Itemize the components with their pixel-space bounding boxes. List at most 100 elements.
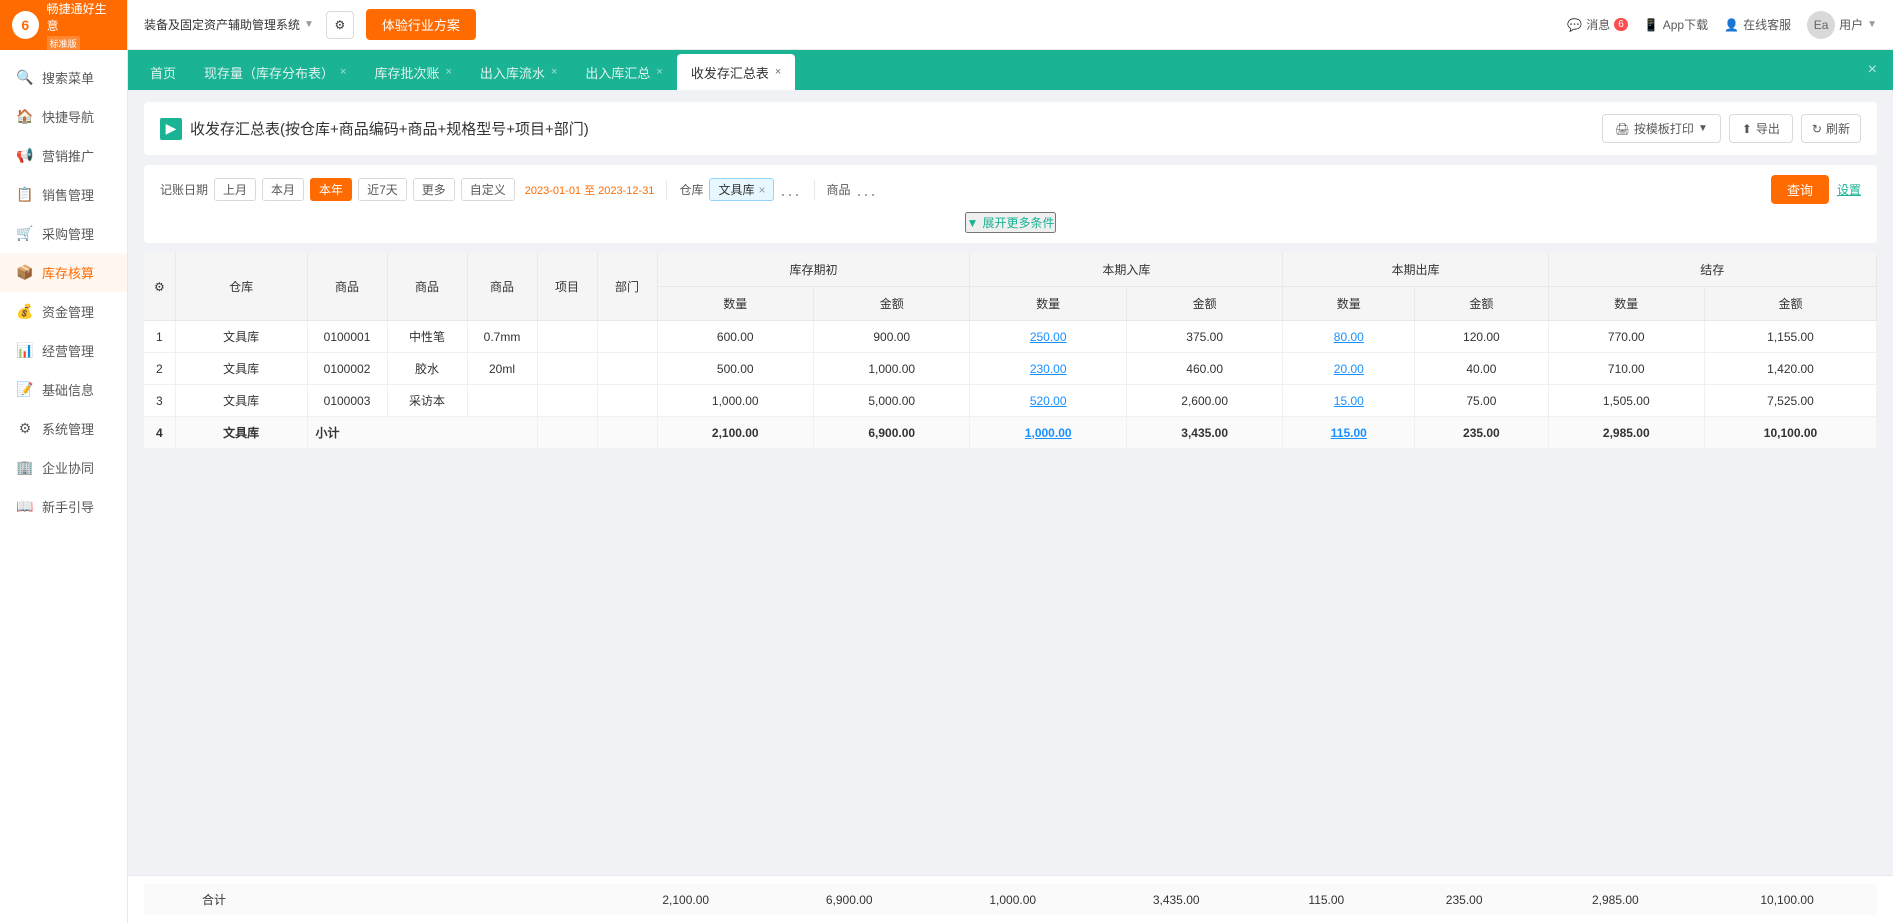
- tab-inventory-dist[interactable]: 现存量（库存分布表） ×: [190, 54, 360, 90]
- online-service-button[interactable]: 👤 在线客服: [1724, 16, 1791, 33]
- print-dropdown-icon: ▼: [1698, 123, 1708, 134]
- footer-table: 合计 2,100.00 6,900.00 1,000.00 3,435.00 1…: [144, 884, 1877, 915]
- tabs-bar: 首页 现存量（库存分布表） × 库存批次账 × 出入库流水 × 出入库汇总 × …: [128, 50, 1893, 90]
- print-icon: 🖨: [1615, 122, 1630, 136]
- td-sub-opening-qty: 2,100.00: [657, 417, 813, 449]
- warehouse-more-button[interactable]: ...: [780, 181, 801, 199]
- spacer: [144, 449, 1877, 509]
- date-btn-7days[interactable]: 近7天: [358, 178, 407, 201]
- th-closing-qty: 数量: [1548, 287, 1704, 321]
- export-icon: ⬆: [1742, 122, 1752, 136]
- message-button[interactable]: 💬 消息 6: [1567, 16, 1628, 33]
- refresh-button[interactable]: ↻ 刷新: [1801, 114, 1861, 143]
- th-in-group: 本期入库: [970, 253, 1283, 287]
- print-template-button[interactable]: 🖨 按模板打印 ▼: [1602, 114, 1721, 143]
- sidebar-item-guide[interactable]: 📖 新手引导: [0, 487, 127, 526]
- sidebar-item-purchase[interactable]: 🛒 采购管理: [0, 214, 127, 253]
- td-out-qty[interactable]: 15.00: [1283, 385, 1415, 417]
- system-dropdown[interactable]: 装备及固定资产辅助管理系统 ▼: [144, 16, 314, 33]
- export-button[interactable]: ⬆ 导出: [1729, 114, 1793, 143]
- query-button[interactable]: 查询: [1771, 175, 1829, 204]
- td-opening-qty: 1,000.00: [657, 385, 813, 417]
- tab-close-icon[interactable]: ×: [551, 66, 557, 78]
- date-shortcuts: 上月 本月 本年 近7天 更多 自定义: [214, 178, 515, 201]
- td-opening-qty: 600.00: [657, 321, 813, 353]
- td-no: 3: [144, 385, 175, 417]
- sidebar-item-enterprise[interactable]: 🏢 企业协同: [0, 448, 127, 487]
- sidebar-item-sales[interactable]: 📋 销售管理: [0, 175, 127, 214]
- bottom-bar: 合计 2,100.00 6,900.00 1,000.00 3,435.00 1…: [128, 875, 1893, 923]
- td-total-empty3: [334, 884, 414, 915]
- td-sub-in-amt: 3,435.00: [1126, 417, 1282, 449]
- tab-close-icon[interactable]: ×: [340, 66, 346, 78]
- td-sub-label: 小计: [307, 417, 537, 449]
- td-warehouse: 文具库: [175, 353, 307, 385]
- warehouse-tag-close-icon[interactable]: ×: [758, 183, 765, 197]
- td-department: [597, 353, 657, 385]
- td-out-qty[interactable]: 80.00: [1283, 321, 1415, 353]
- td-total-empty5: [484, 884, 544, 915]
- trial-button[interactable]: 体验行业方案: [366, 9, 476, 40]
- finance-icon: 💰: [16, 303, 34, 321]
- gear-button[interactable]: ⚙: [326, 11, 354, 39]
- tab-inout-summary[interactable]: 出入库汇总 ×: [571, 54, 676, 90]
- tab-inout-flow[interactable]: 出入库流水 ×: [466, 54, 571, 90]
- tab-bar-close-button[interactable]: ×: [1860, 61, 1885, 79]
- date-btn-this-year[interactable]: 本年: [310, 178, 352, 201]
- goods-more-button[interactable]: ...: [857, 181, 878, 199]
- td-sub-closing-qty: 2,985.00: [1548, 417, 1704, 449]
- th-closing-group: 结存: [1548, 253, 1876, 287]
- warehouse-filter-label: 仓库: [679, 181, 703, 198]
- table-row: 1 文具库 0100001 中性笔 0.7mm 600.00 900.00 25…: [144, 321, 1877, 353]
- td-closing-qty: 710.00: [1548, 353, 1704, 385]
- sidebar-item-base-info[interactable]: 📝 基础信息: [0, 370, 127, 409]
- td-in-amt: 375.00: [1126, 321, 1282, 353]
- tab-batch-ledger[interactable]: 库存批次账 ×: [360, 54, 465, 90]
- filter-actions: 查询 设置: [1771, 175, 1861, 204]
- td-goods-spec: [467, 385, 537, 417]
- sidebar-item-system[interactable]: ⚙ 系统管理: [0, 409, 127, 448]
- th-settings[interactable]: ⚙: [144, 253, 175, 321]
- td-out-qty[interactable]: 20.00: [1283, 353, 1415, 385]
- td-sub-in-qty[interactable]: 1,000.00: [970, 417, 1126, 449]
- date-btn-custom[interactable]: 自定义: [461, 178, 515, 201]
- gear-icon: ⚙: [335, 18, 346, 32]
- sidebar-item-marketing[interactable]: 📢 营销推广: [0, 136, 127, 175]
- sidebar-item-inventory[interactable]: 📦 库存核算: [0, 253, 127, 292]
- sidebar-item-operations[interactable]: 📊 经营管理: [0, 331, 127, 370]
- sidebar-item-finance[interactable]: 💰 资金管理: [0, 292, 127, 331]
- td-closing-qty: 770.00: [1548, 321, 1704, 353]
- tab-recv-send-summary[interactable]: 收发存汇总表 ×: [677, 54, 795, 90]
- tab-close-icon[interactable]: ×: [445, 66, 451, 78]
- collapse-arrow-button[interactable]: ▶: [160, 118, 182, 140]
- td-project: [537, 385, 597, 417]
- td-closing-qty: 1,505.00: [1548, 385, 1704, 417]
- sidebar: 6 畅捷通好生意 标准版 🔍 搜索菜单 🏠 快捷导航 📢 营销推广 📋 销售管理…: [0, 0, 128, 923]
- header-right: 💬 消息 6 📱 App下载 👤 在线客服 Ea 用户 ▼: [1567, 11, 1877, 39]
- td-in-qty[interactable]: 230.00: [970, 353, 1126, 385]
- filter-settings-link[interactable]: 设置: [1837, 181, 1861, 198]
- service-icon: 👤: [1724, 18, 1739, 32]
- user-menu[interactable]: Ea 用户 ▼: [1807, 11, 1877, 39]
- tab-close-icon[interactable]: ×: [656, 66, 662, 78]
- td-sub-closing-amt: 10,100.00: [1705, 417, 1877, 449]
- sidebar-item-quick-nav[interactable]: 🏠 快捷导航: [0, 97, 127, 136]
- td-in-qty[interactable]: 520.00: [970, 385, 1126, 417]
- refresh-icon: ↻: [1812, 122, 1822, 136]
- total-row: 合计 2,100.00 6,900.00 1,000.00 3,435.00 1…: [144, 884, 1877, 915]
- date-btn-last-month[interactable]: 上月: [214, 178, 256, 201]
- td-in-qty[interactable]: 250.00: [970, 321, 1126, 353]
- avatar: Ea: [1807, 11, 1835, 39]
- td-closing-amt: 1,420.00: [1705, 353, 1877, 385]
- sidebar-item-search[interactable]: 🔍 搜索菜单: [0, 58, 127, 97]
- td-goods-code: 0100003: [307, 385, 387, 417]
- tab-home[interactable]: 首页: [136, 54, 190, 90]
- date-btn-more[interactable]: 更多: [413, 178, 455, 201]
- td-sub-out-qty[interactable]: 115.00: [1283, 417, 1415, 449]
- tab-close-active-icon[interactable]: ×: [775, 66, 781, 78]
- date-btn-this-month[interactable]: 本月: [262, 178, 304, 201]
- th-goods-name: 商品: [387, 253, 467, 321]
- app-download-button[interactable]: 📱 App下载: [1644, 16, 1708, 33]
- expand-more-button[interactable]: ▼ 展开更多条件: [965, 212, 1057, 233]
- td-total-opening-qty: 2,100.00: [604, 884, 767, 915]
